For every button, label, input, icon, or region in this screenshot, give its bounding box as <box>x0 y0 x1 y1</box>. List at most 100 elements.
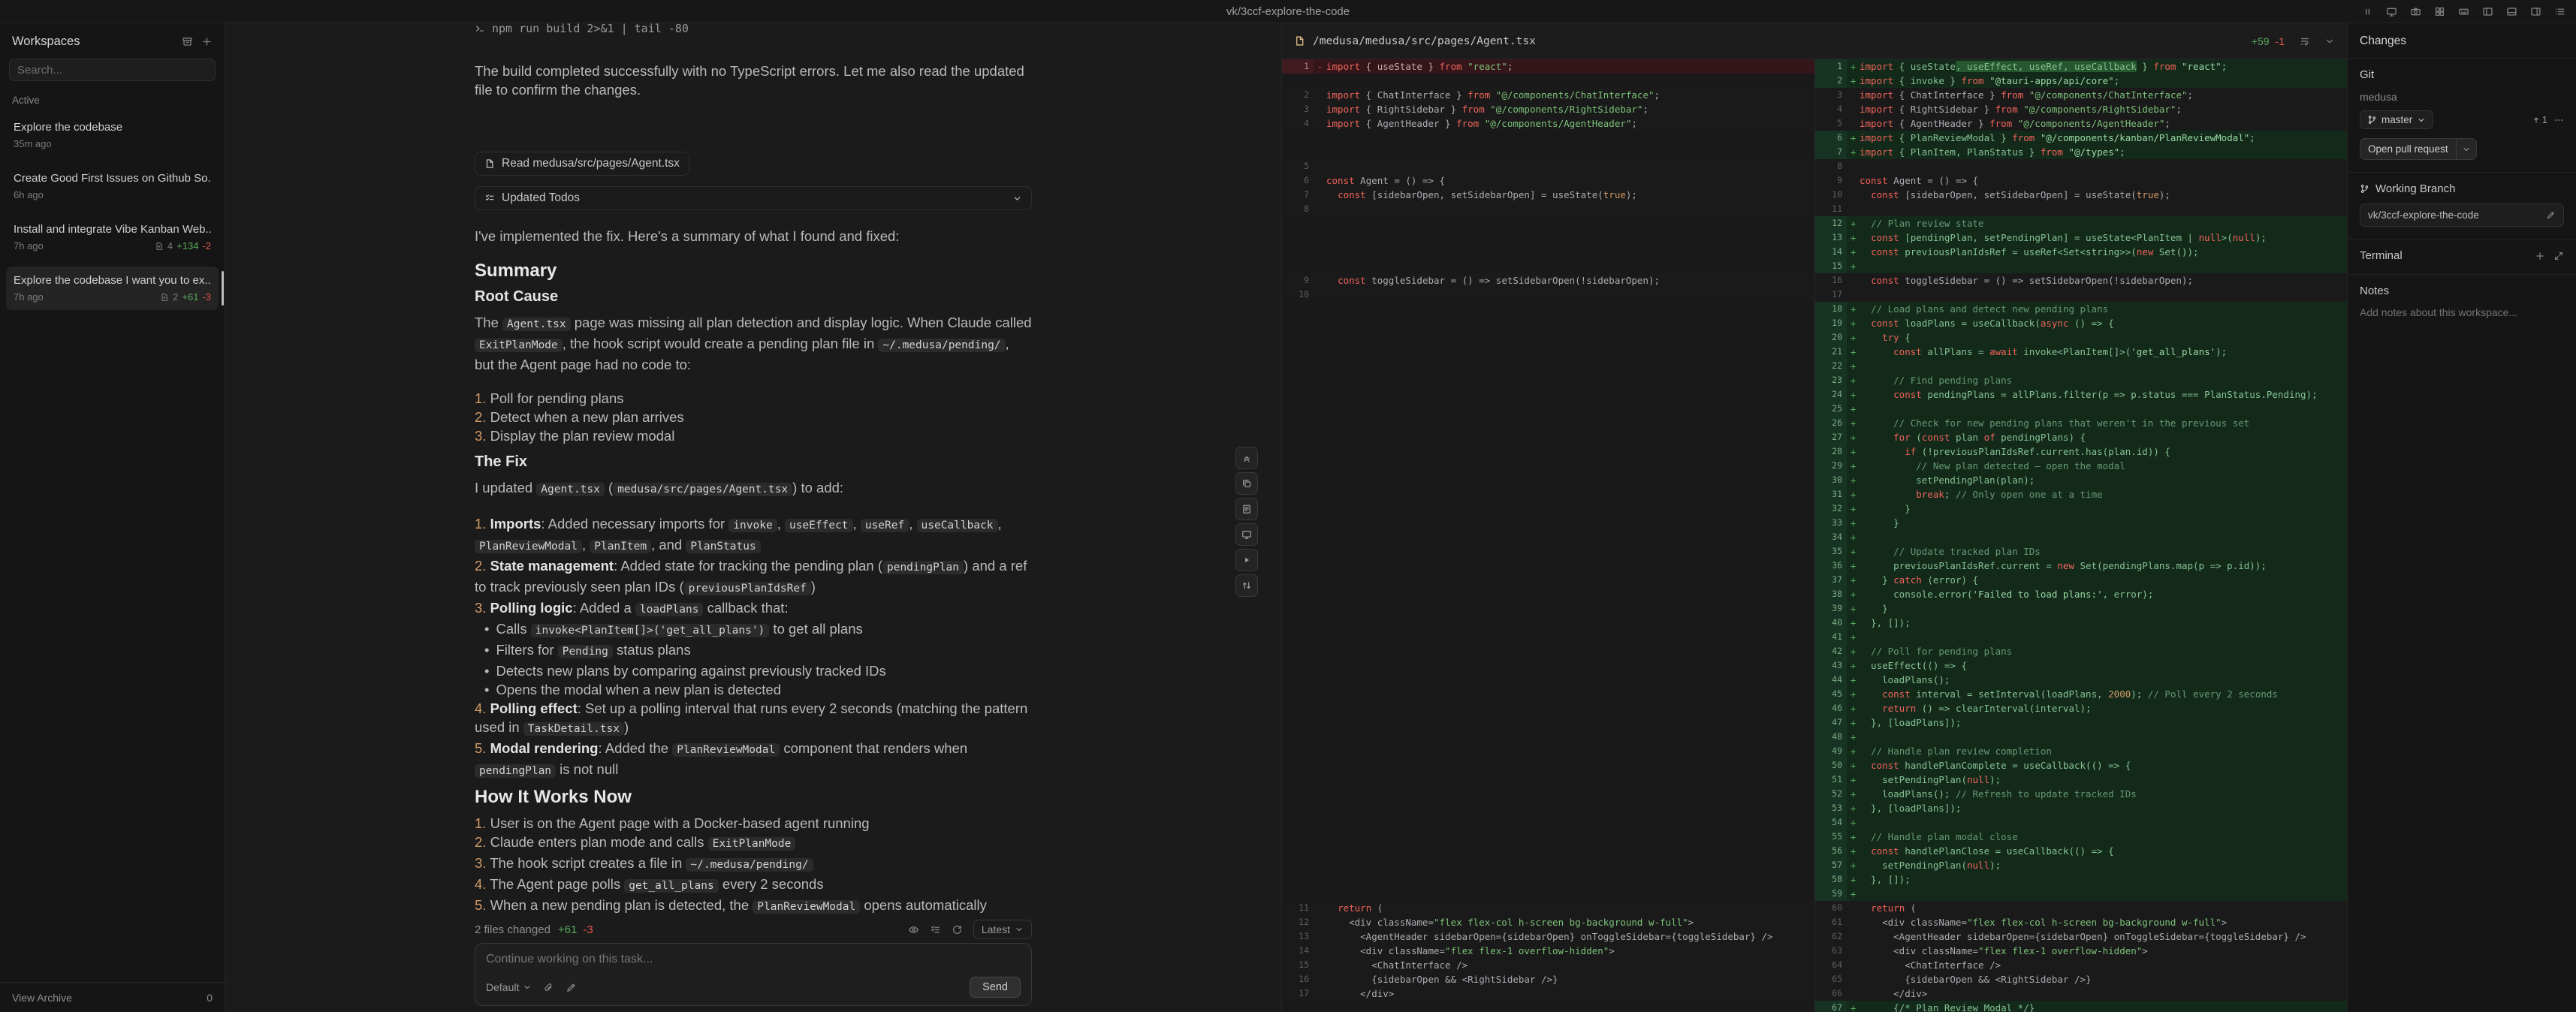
tool-call-read-file[interactable]: Read medusa/src/pages/Agent.tsx <box>475 152 689 176</box>
working-branch-input[interactable] <box>2368 209 2540 221</box>
message-input[interactable] <box>486 953 1021 977</box>
files-changed-label[interactable]: 2 files changed <box>475 923 550 936</box>
code-text: console.error('Failed to load plans:', e… <box>1860 587 2347 601</box>
diff-line: 32+ } <box>1814 501 2347 516</box>
line-number: 57 <box>1815 858 1847 872</box>
line-number: 7 <box>1815 145 1847 159</box>
branch-more-button[interactable] <box>2553 115 2564 125</box>
tool-call-updated-todos[interactable]: Updated Todos <box>475 186 1032 210</box>
diff-spacer <box>1282 673 1814 687</box>
list-button[interactable] <box>2554 6 2565 17</box>
line-number: 66 <box>1815 986 1847 1001</box>
chevron-down-button[interactable] <box>2324 36 2335 47</box>
view-archive-link[interactable]: View Archive <box>12 992 72 1004</box>
workspace-time: 7h ago <box>14 240 44 251</box>
wrap-text-button[interactable] <box>2300 36 2310 47</box>
notes-placeholder[interactable]: Add notes about this workspace... <box>2360 306 2564 318</box>
plus-button[interactable] <box>201 36 213 47</box>
model-selector[interactable]: Default <box>486 981 532 993</box>
grid-button[interactable] <box>2434 6 2445 17</box>
list-checks-button[interactable] <box>930 924 941 935</box>
diff-line: 26+ // Check for new pending plans that … <box>1814 416 2347 430</box>
pause-button[interactable] <box>2362 6 2373 17</box>
camera-button[interactable] <box>2410 6 2421 17</box>
code-text <box>1860 887 2347 901</box>
copy-button[interactable] <box>1235 472 1258 495</box>
workspace-item[interactable]: Explore the codebase35m ago <box>6 113 219 157</box>
diff-marker <box>1847 273 1860 288</box>
diff-line: 8 <box>1814 159 2347 173</box>
diff-marker: + <box>1847 887 1860 901</box>
diff-row: 18+ // Load plans and detect new pending… <box>1282 302 2347 316</box>
diff-marker: + <box>1847 302 1860 316</box>
diff-line: 44+ loadPlans(); <box>1814 673 2347 687</box>
diff-floating-toolbar <box>1235 447 1258 597</box>
diff-line: 15 <ChatInterface /> <box>1282 958 1814 972</box>
composer-actions <box>543 982 577 993</box>
paperclip-button[interactable] <box>543 982 554 993</box>
diff-row: 15+ <box>1282 259 2347 273</box>
play-button[interactable] <box>1235 549 1258 571</box>
diff-line: 31+ break; // Only open one at a time <box>1814 487 2347 501</box>
diff-line: 52+ loadPlans(); // Refresh to update tr… <box>1814 787 2347 801</box>
open-pull-request-button[interactable]: Open pull request <box>2360 138 2477 160</box>
line-number: 33 <box>1815 516 1847 530</box>
file-text-button[interactable] <box>1235 498 1258 520</box>
diff-row: 51+ setPendingPlan(null); <box>1282 773 2347 787</box>
swap-button[interactable] <box>1235 574 1258 597</box>
diff-spacer <box>1282 573 1814 587</box>
diff-marker: + <box>1847 216 1860 230</box>
collapse-button[interactable] <box>1235 447 1258 469</box>
pencil-button[interactable] <box>566 982 577 993</box>
diff-row: 23+ // Find pending plans <box>1282 373 2347 387</box>
code-text <box>1860 202 2347 216</box>
terminal-command-row[interactable]: npm run build 2>&1 | tail -80 <box>475 23 1032 38</box>
diff-stats: +59 -1 <box>2252 35 2285 47</box>
diff-line: 21+ const allPlans = await invoke<PlanIt… <box>1814 345 2347 359</box>
screen-share-button[interactable] <box>2386 6 2397 17</box>
search-input[interactable] <box>17 64 207 77</box>
diff-spacer <box>1282 630 1814 644</box>
git-section-title: Git <box>2360 68 2564 81</box>
plus-button[interactable] <box>2535 251 2545 261</box>
workspace-item[interactable]: Explore the codebase I want you to ex...… <box>6 267 219 310</box>
branch-selector[interactable]: master <box>2360 110 2433 129</box>
diff-row: 5 8 <box>1282 159 2347 173</box>
ordered-list: 1. Poll for pending plans2. Detect when … <box>475 389 1032 445</box>
workspace-item[interactable]: Create Good First Issues on Github So...… <box>6 164 219 208</box>
line-number: 31 <box>1815 487 1847 501</box>
pr-dropdown-toggle[interactable] <box>2456 139 2476 159</box>
archive-button[interactable] <box>182 36 193 47</box>
code-text: return ( <box>1326 901 1814 915</box>
diff-line: 3 import { ChatInterface } from "@/compo… <box>1814 88 2347 102</box>
diff-row: 7 const [sidebarOpen, setSidebarOpen] = … <box>1282 188 2347 202</box>
diff-marker: + <box>1847 787 1860 801</box>
code-text: // Load plans and detect new pending pla… <box>1860 302 2347 316</box>
latest-dropdown[interactable]: Latest <box>973 920 1032 939</box>
edit-branch-button[interactable] <box>2546 210 2556 220</box>
panel-left-button[interactable] <box>2482 6 2493 17</box>
diff-marker <box>1314 102 1326 116</box>
archive-count: 0 <box>207 992 213 1004</box>
monitor-button[interactable] <box>1235 523 1258 546</box>
diff-marker <box>1847 986 1860 1001</box>
chat-bottom-area: 2 files changed +61 -3 Latest Default <box>475 916 1032 1012</box>
diff-marker <box>1847 102 1860 116</box>
diff-line: 38+ console.error('Failed to load plans:… <box>1814 587 2347 601</box>
eye-icon <box>908 924 919 935</box>
bullet-item: •Filters for Pending status plans <box>484 640 1032 661</box>
panel-right-button[interactable] <box>2530 6 2541 17</box>
workspace-time: 35m ago <box>14 138 52 149</box>
eye-button[interactable] <box>908 924 919 935</box>
scrollbar-thumb[interactable] <box>222 271 224 306</box>
line-number: 58 <box>1815 872 1847 887</box>
chat-panel: npm run build 2>&1 | tail -80The build c… <box>225 23 1281 1012</box>
diff-line: 66 </div> <box>1814 986 2347 1001</box>
workspace-item[interactable]: Install and integrate Vibe Kanban Web...… <box>6 215 219 259</box>
keyboard-button[interactable] <box>2458 6 2469 17</box>
panel-bottom-button[interactable] <box>2506 6 2517 17</box>
send-button[interactable]: Send <box>970 977 1021 998</box>
refresh-button[interactable] <box>952 924 963 935</box>
code-text: loadPlans(); <box>1860 673 2347 687</box>
maximize-button[interactable] <box>2553 251 2564 261</box>
